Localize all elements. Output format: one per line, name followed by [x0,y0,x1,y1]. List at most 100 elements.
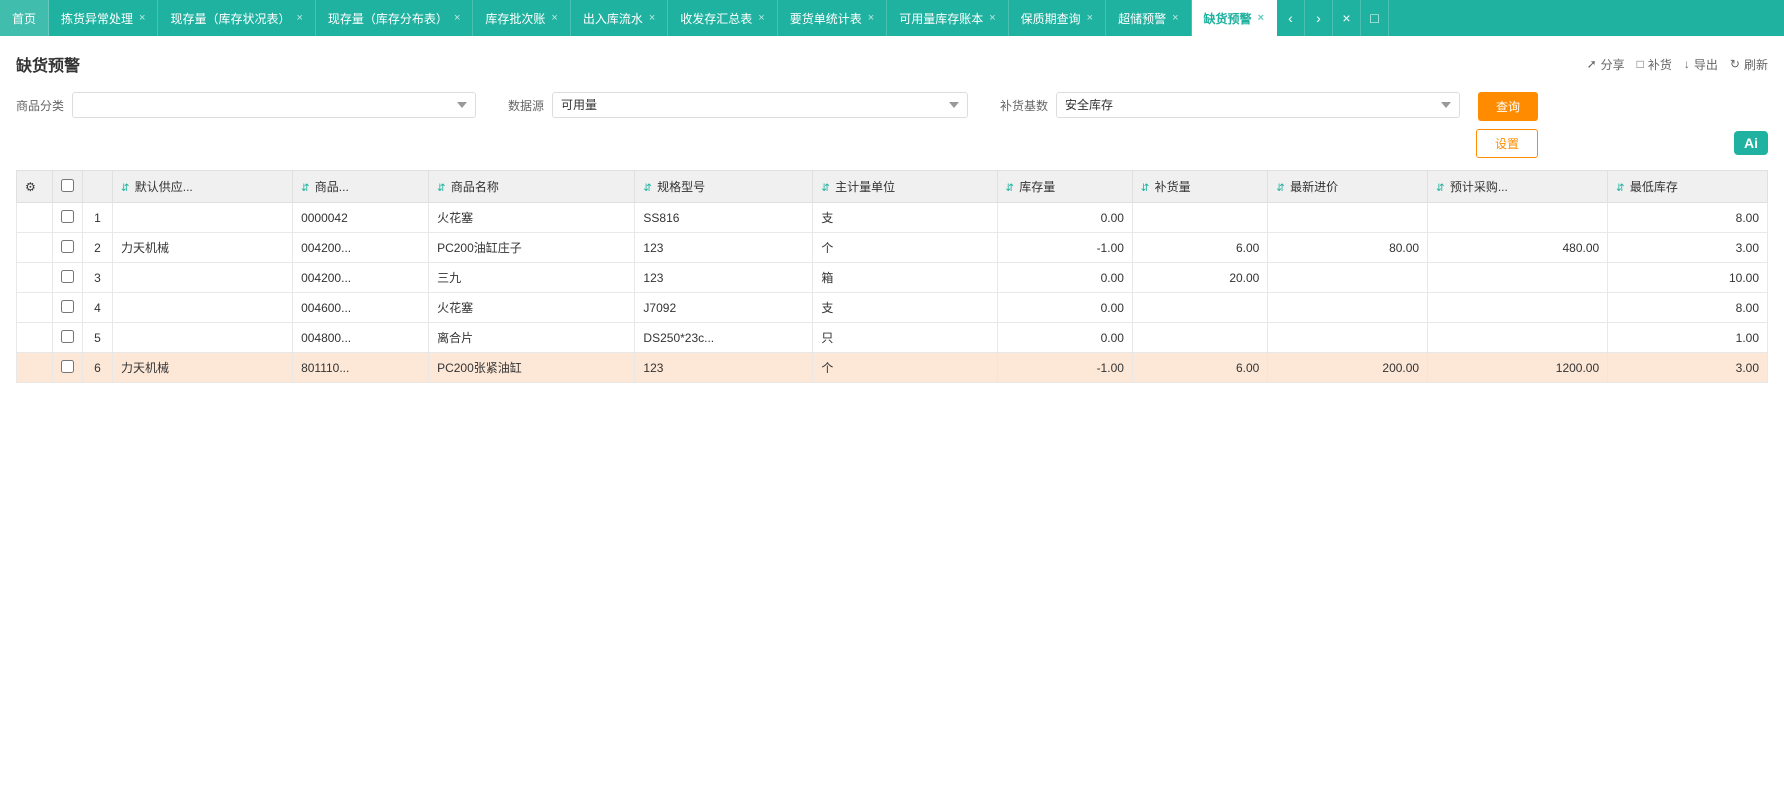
sort-icon-code: ⇵ [301,183,309,194]
col-latest-price[interactable]: ⇵ 最新进价 [1268,171,1428,203]
close-expiry-tab[interactable]: × [1087,12,1093,24]
table-row: 1 0000042 火花塞 SS816 支 0.00 8.00 [17,203,1768,233]
row-num-4: 5 [83,323,113,353]
row-num-5: 6 [83,353,113,383]
row-spec-5: 123 [635,353,813,383]
category-select[interactable] [72,92,476,118]
tab-fullscreen-button[interactable]: □ [1361,0,1389,36]
close-overstock-tab[interactable]: × [1172,12,1178,24]
row-gear-4[interactable] [17,323,53,353]
row-supplier-5: 力天机械 [113,353,293,383]
row-checkbox-1[interactable] [53,233,83,263]
row-price-5: 200.00 [1268,353,1428,383]
tab-collect[interactable]: 收发存汇总表 × [668,0,777,36]
tab-batch[interactable]: 库存批次账 × [473,0,570,36]
row-gear-0[interactable] [17,203,53,233]
row-num-3: 4 [83,293,113,323]
settings-button[interactable]: 设置 [1476,129,1538,158]
row-gear-2[interactable] [17,263,53,293]
close-available-tab[interactable]: × [989,12,995,24]
table-row: 5 004800... 离合片 DS250*23c... 只 0.00 1.00 [17,323,1768,353]
row-checkbox-3[interactable] [53,293,83,323]
tab-bar: 首页 拣货异常处理 × 现存量（库存状况表） × 现存量（库存分布表） × 库存… [0,0,1784,36]
row-checkbox-2[interactable] [53,263,83,293]
share-icon: ➚ [1587,57,1597,71]
close-stock-status-tab[interactable]: × [296,12,302,24]
filter-area: 商品分类 数据源 可用量 补货基数 安全库存 查询 设置 [16,92,1768,158]
tab-expiry[interactable]: 保质期查询 × [1009,0,1106,36]
row-unit-2: 箱 [813,263,997,293]
row-min-stock-4: 1.00 [1608,323,1768,353]
row-replenish-3 [1132,293,1267,323]
row-gear-5[interactable] [17,353,53,383]
replenish-button[interactable]: □ 补货 [1637,56,1672,73]
row-supplier-2 [113,263,293,293]
share-button[interactable]: ➚ 分享 [1587,56,1625,73]
close-stock-dist-tab[interactable]: × [454,12,460,24]
row-check-3[interactable] [61,300,74,313]
col-min-stock[interactable]: ⇵ 最低库存 [1608,171,1768,203]
row-stock-2: 0.00 [997,263,1132,293]
col-product-code[interactable]: ⇵ 商品... [293,171,429,203]
row-code-0: 0000042 [293,203,429,233]
tab-shortage[interactable]: 缺货预警 × [1192,0,1277,36]
row-checkbox-0[interactable] [53,203,83,233]
row-code-4: 004800... [293,323,429,353]
col-checkbox[interactable] [53,171,83,203]
row-gear-3[interactable] [17,293,53,323]
close-order-stat-tab[interactable]: × [868,12,874,24]
tab-inout[interactable]: 出入库流水 × [571,0,668,36]
export-button[interactable]: ↓ 导出 [1684,56,1718,73]
row-unit-3: 支 [813,293,997,323]
refresh-button[interactable]: ↻ 刷新 [1730,56,1768,73]
tab-next-button[interactable]: › [1305,0,1333,36]
close-exception-tab[interactable]: × [139,12,145,24]
tab-available[interactable]: 可用量库存账本 × [887,0,1008,36]
select-all-checkbox[interactable] [61,179,74,192]
row-name-5: PC200张紧油缸 [429,353,635,383]
close-inout-tab[interactable]: × [649,12,655,24]
tab-home[interactable]: 首页 [0,0,49,36]
tab-exception[interactable]: 拣货异常处理 × [49,0,158,36]
col-settings[interactable]: ⚙ [17,171,53,203]
close-batch-tab[interactable]: × [551,12,557,24]
row-est-5: 1200.00 [1428,353,1608,383]
col-default-supplier[interactable]: ⇵ 默认供应... [113,171,293,203]
col-replenish[interactable]: ⇵ 补货量 [1132,171,1267,203]
row-gear-1[interactable] [17,233,53,263]
row-checkbox-4[interactable] [53,323,83,353]
tab-overstock[interactable]: 超储预警 × [1106,0,1191,36]
datasource-select[interactable]: 可用量 [552,92,968,118]
tab-close-all-button[interactable]: × [1333,0,1361,36]
col-unit[interactable]: ⇵ 主计量单位 [813,171,997,203]
row-name-1: PC200油缸庄子 [429,233,635,263]
row-price-2 [1268,263,1428,293]
col-spec[interactable]: ⇵ 规格型号 [635,171,813,203]
tab-order-stat[interactable]: 要货单统计表 × [778,0,887,36]
tab-stock-dist[interactable]: 现存量（库存分布表） × [316,0,473,36]
tab-prev-button[interactable]: ‹ [1277,0,1305,36]
query-button[interactable]: 查询 [1478,92,1538,121]
close-shortage-tab[interactable]: × [1258,12,1264,24]
category-label: 商品分类 [16,97,64,114]
row-check-5[interactable] [61,360,74,373]
row-code-5: 801110... [293,353,429,383]
tab-stock-status[interactable]: 现存量（库存状况表） × [158,0,315,36]
replenish-basis-select[interactable]: 安全库存 [1056,92,1460,118]
row-est-0 [1428,203,1608,233]
ai-badge[interactable]: Ai [1734,131,1768,155]
row-checkbox-5[interactable] [53,353,83,383]
row-check-0[interactable] [61,210,74,223]
col-stock[interactable]: ⇵ 库存量 [997,171,1132,203]
close-collect-tab[interactable]: × [758,12,764,24]
row-stock-4: 0.00 [997,323,1132,353]
col-product-name[interactable]: ⇵ 商品名称 [429,171,635,203]
col-est-purchase[interactable]: ⇵ 预计采购... [1428,171,1608,203]
table-row: 4 004600... 火花塞 J7092 支 0.00 8.00 [17,293,1768,323]
replenish-icon: □ [1637,57,1644,71]
row-check-4[interactable] [61,330,74,343]
row-code-1: 004200... [293,233,429,263]
row-check-2[interactable] [61,270,74,283]
row-check-1[interactable] [61,240,74,253]
row-num-0: 1 [83,203,113,233]
